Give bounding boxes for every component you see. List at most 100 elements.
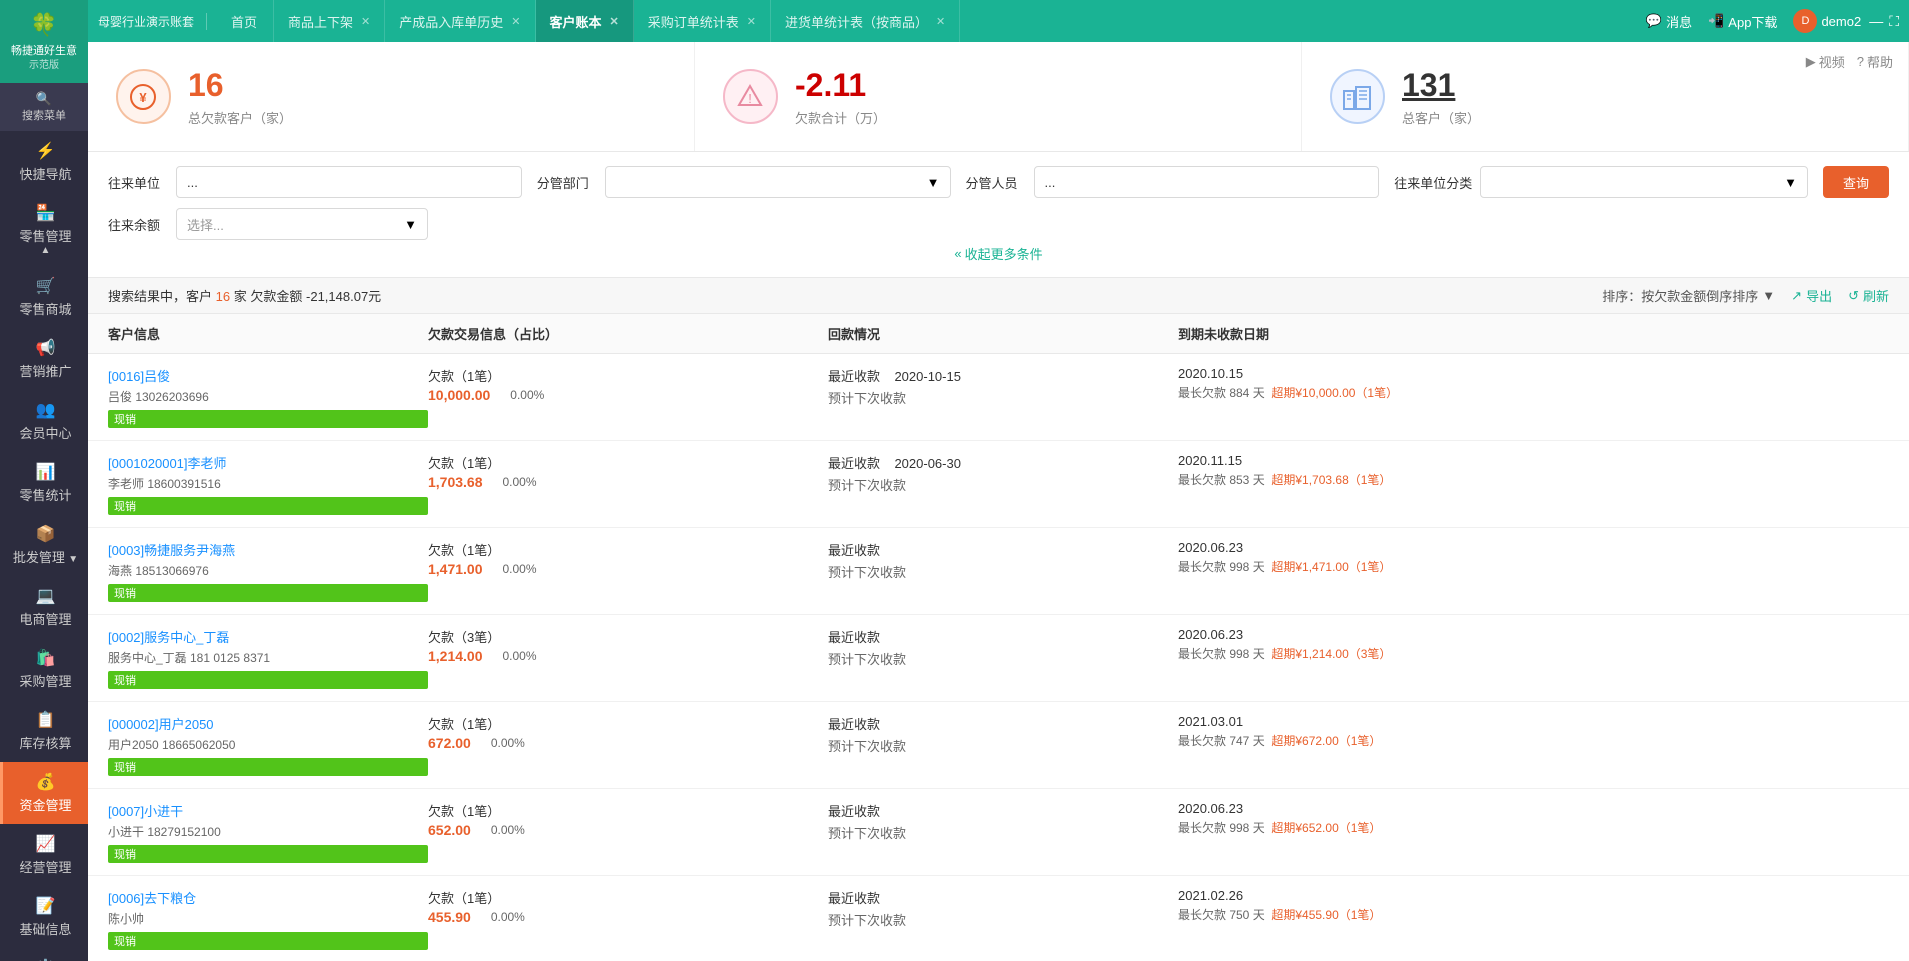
sidebar-item-batch-mgmt[interactable]: 📦 批发管理 ▼ (0, 514, 88, 576)
sidebar-item-inventory[interactable]: 📋 库存核算 (0, 700, 88, 762)
recovery-next-3: 预计下次收款 (828, 562, 1178, 581)
debt-amount-1: 10,000.00 (428, 387, 490, 403)
customer-tag-3: 现销 (108, 584, 428, 602)
stat-icon-3 (1330, 69, 1385, 124)
sidebar-item-operations[interactable]: 📈 经营管理 (0, 824, 88, 886)
filter-row-2: 往来余额 选择... ▼ (108, 208, 1889, 240)
sidebar-item-capital-mgmt[interactable]: 💰 资金管理 (0, 762, 88, 824)
customer-name-3[interactable]: [0003]畅捷服务尹海燕 (108, 540, 428, 559)
debt-percent-3: 0.00% (503, 562, 537, 576)
sidebar-item-quick-nav[interactable]: ⚡ 快捷导航 (0, 131, 88, 193)
stat-card-2: ! -2.11 欠款合计（万） (695, 42, 1302, 151)
filter-label-company: 往来单位 (108, 173, 168, 192)
sidebar-item-purchase-mgmt[interactable]: 🛍️ 采购管理 (0, 638, 88, 700)
results-actions: 排序：按欠款金额倒序排序 ▼ ↗ 导出 ↺ 刷新 (1602, 286, 1889, 305)
sidebar-item-marketing[interactable]: 📢 营销推广 (0, 328, 88, 390)
close-tab-purchase-stats[interactable]: ✕ (747, 15, 756, 28)
ecommerce-icon: 💻 (8, 586, 83, 606)
customer-tag-4: 现销 (108, 671, 428, 689)
overdue-link-3[interactable]: 超期¥1,471.00（1笔） (1271, 560, 1391, 574)
customer-name-5[interactable]: [000002]用户2050 (108, 714, 428, 733)
debt-count-2: 欠款（1笔） (428, 453, 500, 472)
overdue-link-4[interactable]: 超期¥1,214.00（3笔） (1271, 647, 1391, 661)
collapse-chevron-icon: « (954, 246, 961, 261)
recovery-label-2: 最近收款 2020-06-30 (828, 453, 1178, 472)
message-btn[interactable]: 💬 消息 (1646, 12, 1692, 31)
refresh-btn[interactable]: ↺ 刷新 (1848, 286, 1889, 305)
overdue-link-5[interactable]: 超期¥672.00（1笔） (1271, 734, 1381, 748)
sidebar-item-label: 营销推广 (19, 364, 71, 379)
tab-products-off[interactable]: 商品上下架 ✕ (274, 0, 385, 42)
filter-input-company[interactable]: ... (176, 166, 522, 198)
sidebar-item-retail-mgmt[interactable]: 🏪 零售管理 ▲ (0, 193, 88, 266)
overdue-link-2[interactable]: 超期¥1,703.68（1笔） (1271, 473, 1391, 487)
help-action-btn[interactable]: ? 帮助 (1857, 52, 1893, 71)
inventory-icon: 📋 (8, 710, 83, 730)
minimize-btn[interactable]: — (1869, 13, 1883, 30)
customer-name-7[interactable]: [0006]去下粮仓 (108, 888, 428, 907)
export-icon: ↗ (1791, 288, 1802, 304)
close-tab-product-history[interactable]: ✕ (511, 15, 520, 28)
tab-customer-account[interactable]: 客户账本 ✕ (536, 0, 634, 42)
svg-text:¥: ¥ (139, 90, 147, 105)
close-tab-customer-account[interactable]: ✕ (610, 15, 619, 28)
help-label: 帮助 (1867, 52, 1893, 71)
filter-select-department[interactable]: ▼ (605, 166, 951, 198)
close-tab-products-off[interactable]: ✕ (361, 15, 370, 28)
tab-home[interactable]: 首页 (215, 0, 274, 42)
results-info: 搜索结果中，客户 16 家 欠款金额 -21,148.07元 (108, 286, 381, 305)
maximize-btn[interactable]: ⛶ (1889, 13, 1899, 30)
debt-percent-7: 0.00% (491, 910, 525, 924)
search-label: 搜索菜单 (6, 107, 82, 123)
retail-stats-icon: 📊 (8, 462, 83, 482)
export-label: 导出 (1806, 286, 1832, 305)
tab-incoming-stats[interactable]: 进货单统计表（按商品） ✕ (771, 0, 960, 42)
user-avatar[interactable]: D demo2 (1793, 9, 1861, 33)
stat-number-1: 16 (188, 67, 292, 104)
sort-btn[interactable]: 排序：按欠款金额倒序排序 ▼ (1602, 286, 1775, 305)
overdue-link-6[interactable]: 超期¥652.00（1笔） (1271, 821, 1381, 835)
table-container: 客户信息 欠款交易信息（占比） 回款情况 到期未收款日期 [0016]吕俊 吕俊… (88, 314, 1909, 961)
filter-input-manager[interactable]: ... (1034, 166, 1380, 198)
balance-arrow-icon: ▼ (404, 217, 417, 232)
customer-phone-6: 小进干 18279152100 (108, 823, 428, 840)
overdue-link-7[interactable]: 超期¥455.90（1笔） (1271, 908, 1381, 922)
filter-label-department: 分管部门 (537, 173, 597, 192)
app-download-btn[interactable]: 📲 App下载 (1708, 12, 1777, 31)
col-header-debt: 欠款交易信息（占比） (428, 324, 828, 343)
recovery-next-4: 预计下次收款 (828, 649, 1178, 668)
sidebar-item-system-mgmt[interactable]: ⚙️ 系统管理 (0, 948, 88, 961)
logo-text: 畅捷通好生意 (5, 44, 83, 59)
overdue-link-1[interactable]: 超期¥10,000.00（1笔） (1271, 386, 1398, 400)
tab-purchase-stats-label: 采购订单统计表 (648, 12, 739, 31)
company-placeholder: ... (187, 175, 198, 190)
customer-name-6[interactable]: [0007]小进干 (108, 801, 428, 820)
customer-info-3: [0003]畅捷服务尹海燕 海燕 18513066976 现销 (108, 540, 428, 602)
overdue-info-6: 2020.06.23 最长欠款 998 天 超期¥652.00（1笔） (1178, 801, 1889, 836)
filter-select-category[interactable]: ▼ (1480, 166, 1808, 198)
sidebar-item-retail-mall[interactable]: 🛒 零售商城 (0, 266, 88, 328)
app-subtitle: 示范版 (5, 59, 83, 73)
search-icon: 🔍 (36, 91, 52, 106)
search-button[interactable]: 查询 (1823, 166, 1889, 198)
retail-mall-icon: 🛒 (8, 276, 83, 296)
filter-select-balance[interactable]: 选择... ▼ (176, 208, 428, 240)
customer-name-1[interactable]: [0016]吕俊 (108, 366, 428, 385)
tab-purchase-stats[interactable]: 采购订单统计表 ✕ (634, 0, 771, 42)
customer-phone-7: 陈小帅 (108, 910, 428, 927)
customer-name-2[interactable]: [0001020001]李老师 (108, 453, 428, 472)
sidebar-item-membership[interactable]: 👥 会员中心 (0, 390, 88, 452)
tab-product-history[interactable]: 产成品入库单历史 ✕ (385, 0, 535, 42)
export-btn[interactable]: ↗ 导出 (1791, 286, 1832, 305)
sidebar-item-basic-info[interactable]: 📝 基础信息 (0, 886, 88, 948)
sidebar-item-ecommerce[interactable]: 💻 电商管理 (0, 576, 88, 638)
filter-row-1: 往来单位 ... 分管部门 ▼ 分管人员 ... 往来单位分类 (108, 166, 1889, 198)
collapse-btn[interactable]: « 收起更多条件 (108, 240, 1889, 267)
recovery-label-3: 最近收款 (828, 540, 1178, 559)
customer-name-4[interactable]: [0002]服务中心_丁磊 (108, 627, 428, 646)
sidebar-item-retail-stats[interactable]: 📊 零售统计 (0, 452, 88, 514)
close-tab-incoming-stats[interactable]: ✕ (936, 15, 945, 28)
video-action-btn[interactable]: ▶ 视频 (1806, 52, 1845, 71)
recovery-info-4: 最近收款 预计下次收款 (828, 627, 1178, 668)
search-menu[interactable]: 🔍 搜索菜单 (0, 83, 88, 131)
